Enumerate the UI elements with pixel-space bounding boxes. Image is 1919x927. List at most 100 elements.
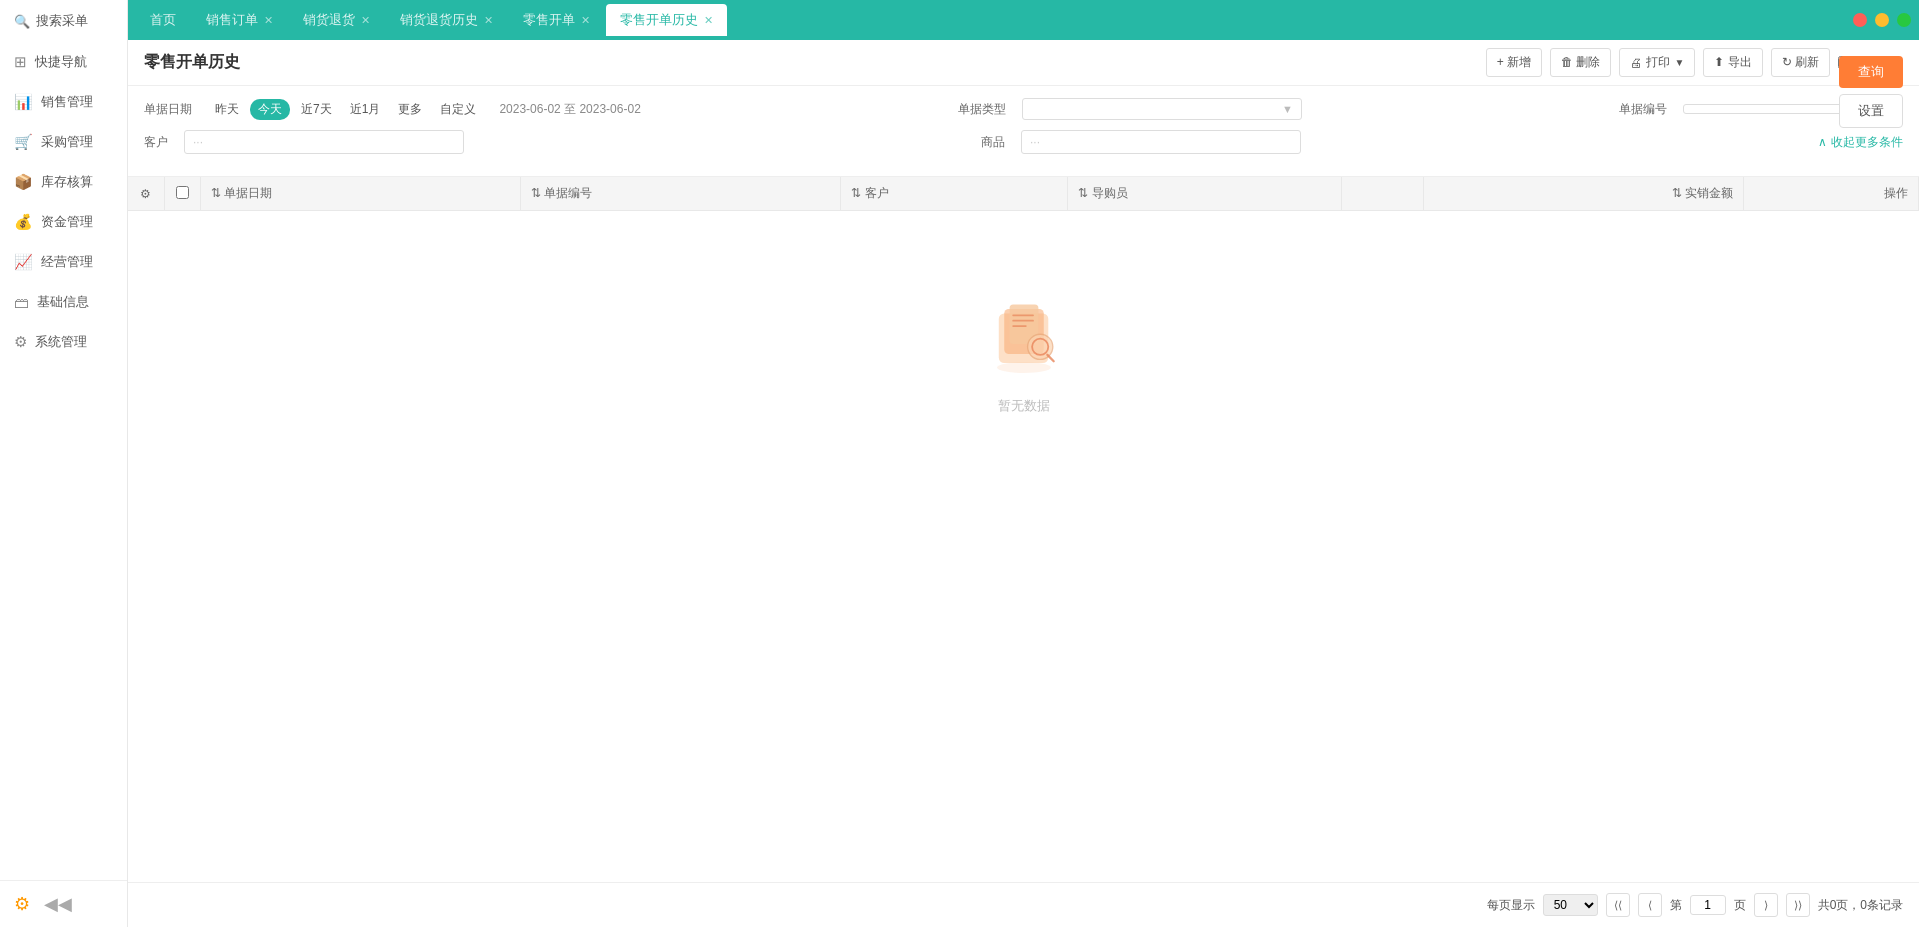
- filter-row-2: 客户 ··· 商品 ··· ∧ 收起更多条件: [144, 130, 1903, 154]
- delete-button[interactable]: 🗑 删除: [1550, 48, 1611, 77]
- svg-line-9: [1047, 355, 1053, 361]
- customer-filter-label: 客户: [144, 134, 168, 151]
- date-btn-custom[interactable]: 自定义: [433, 99, 483, 120]
- th-number[interactable]: ⇅ 单据编号: [520, 177, 840, 211]
- th-customer[interactable]: ⇅ 客户: [841, 177, 1068, 211]
- date-btn-today[interactable]: 今天: [250, 99, 290, 120]
- quick-nav-icon: ⊞: [14, 53, 27, 71]
- page-suffix: 页: [1734, 897, 1746, 914]
- search-icon: 🔍: [14, 14, 30, 29]
- tab-close-retail-history[interactable]: ✕: [704, 14, 713, 27]
- sidebar-item-purchase-mgmt[interactable]: 🛒采购管理: [0, 122, 127, 162]
- empty-text: 暂无数据: [998, 397, 1050, 415]
- prev-page-btn[interactable]: ⟨: [1638, 893, 1662, 917]
- collapse-label: 收起更多条件: [1831, 134, 1903, 151]
- per-page-select[interactable]: 10 20 50 100: [1543, 894, 1598, 916]
- empty-state: 暂无数据: [128, 211, 1919, 495]
- sort-icon: ⇅: [851, 186, 861, 200]
- table-header-row: ⚙ ⇅ 单据日期 ⇅ 单据编号 ⇅ 客户 ⇅ 导购员 ⇅ 实销金额 操作: [128, 177, 1919, 211]
- tab-retail-open[interactable]: 零售开单✕: [509, 4, 604, 36]
- tab-close-sales-return-history[interactable]: ✕: [484, 14, 493, 27]
- tab-retail-history[interactable]: 零售开单历史✕: [606, 4, 727, 36]
- win-close-btn[interactable]: [1853, 13, 1867, 27]
- sidebar-item-sales-mgmt[interactable]: 📊销售管理: [0, 82, 127, 122]
- collapse-icon: ∧: [1818, 135, 1827, 149]
- sidebar-item-operation[interactable]: 📈经营管理: [0, 242, 127, 282]
- window-controls: [1853, 13, 1911, 27]
- date-btn-last7[interactable]: 近7天: [294, 99, 339, 120]
- page-label: 第: [1670, 897, 1682, 914]
- customer-input[interactable]: ···: [184, 130, 464, 154]
- sales-mgmt-icon: 📊: [14, 93, 33, 111]
- date-btn-yesterday[interactable]: 昨天: [208, 99, 246, 120]
- system-icon: ⚙: [14, 333, 27, 351]
- filter-row-1: 单据日期 昨天今天近7天近1月更多自定义 2023-06-02 至 2023-0…: [144, 98, 1903, 120]
- date-filter-label: 单据日期: [144, 101, 192, 118]
- sidebar-search-label: 搜索采单: [36, 12, 88, 30]
- setting-button[interactable]: 设置: [1839, 94, 1903, 128]
- page-title: 零售开单历史: [144, 52, 1478, 73]
- add-button[interactable]: + 新增: [1486, 48, 1542, 77]
- total-records: 共0页，0条记录: [1818, 897, 1903, 914]
- sidebar-bottom: ⚙ ◀◀: [0, 880, 127, 927]
- type-select-arrow: ▼: [1282, 103, 1293, 115]
- goods-filter-label: 商品: [981, 134, 1005, 151]
- number-filter-label: 单据编号: [1619, 101, 1667, 118]
- next-page-btn[interactable]: ⟩: [1754, 893, 1778, 917]
- print-dropdown-icon: ▼: [1674, 57, 1684, 68]
- tab-close-retail-open[interactable]: ✕: [581, 14, 590, 27]
- sidebar-search[interactable]: 🔍 搜索采单: [0, 0, 127, 42]
- content-area: 零售开单历史 + 新增 🗑 删除 🖨 打印 ▼ ⬆ 导出 ↻ 刷新 显示明细 单…: [128, 40, 1919, 927]
- filter-area: 单据日期 昨天今天近7天近1月更多自定义 2023-06-02 至 2023-0…: [128, 86, 1919, 177]
- win-min-btn[interactable]: [1875, 13, 1889, 27]
- sidebar-item-basic-info[interactable]: 🗃基础信息: [0, 282, 127, 322]
- tab-close-sales-order[interactable]: ✕: [264, 14, 273, 27]
- th-salesperson[interactable]: ⇅ 导购员: [1068, 177, 1342, 211]
- sort-icon: ⇅: [1078, 186, 1088, 200]
- collapse-sidebar-icon[interactable]: ◀◀: [44, 893, 72, 915]
- sidebar-item-quick-nav[interactable]: ⊞快捷导航: [0, 42, 127, 82]
- print-button[interactable]: 🖨 打印 ▼: [1619, 48, 1695, 77]
- svg-point-0: [997, 362, 1051, 373]
- query-button[interactable]: 查询: [1839, 56, 1903, 88]
- th-operations: 操作: [1743, 177, 1918, 211]
- date-btn-last1month[interactable]: 近1月: [343, 99, 388, 120]
- page-number-input[interactable]: [1690, 895, 1726, 915]
- inventory-icon: 📦: [14, 173, 33, 191]
- sidebar: 🔍 搜索采单 ⊞快捷导航📊销售管理🛒采购管理📦库存核算💰资金管理📈经营管理🗃基础…: [0, 0, 128, 927]
- last-page-btn[interactable]: ⟩⟩: [1786, 893, 1810, 917]
- tab-sales-return-history[interactable]: 销货退货历史✕: [386, 4, 507, 36]
- tab-bar: 首页销售订单✕销货退货✕销货退货历史✕零售开单✕零售开单历史✕: [128, 0, 1919, 40]
- type-select[interactable]: ▼: [1022, 98, 1302, 120]
- sort-icon: ⇅: [531, 186, 541, 200]
- action-buttons: 查询 设置: [1839, 56, 1903, 128]
- th-checkbox[interactable]: [164, 177, 200, 211]
- sidebar-item-finance[interactable]: 💰资金管理: [0, 202, 127, 242]
- customer-dots: ···: [193, 135, 203, 149]
- collapse-button[interactable]: ∧ 收起更多条件: [1818, 134, 1903, 151]
- tab-sales-return[interactable]: 销货退货✕: [289, 4, 384, 36]
- first-page-btn[interactable]: ⟨⟨: [1606, 893, 1630, 917]
- th-amount[interactable]: ⇅ 实销金额: [1423, 177, 1743, 211]
- per-page-label: 每页显示: [1487, 897, 1535, 914]
- print-icon: 🖨: [1630, 56, 1642, 70]
- th-settings[interactable]: ⚙: [128, 177, 164, 211]
- win-max-btn[interactable]: [1897, 13, 1911, 27]
- tab-close-sales-return[interactable]: ✕: [361, 14, 370, 27]
- sidebar-item-inventory[interactable]: 📦库存核算: [0, 162, 127, 202]
- operation-icon: 📈: [14, 253, 33, 271]
- tab-sales-order[interactable]: 销售订单✕: [192, 4, 287, 36]
- purchase-mgmt-icon: 🛒: [14, 133, 33, 151]
- date-btn-more[interactable]: 更多: [391, 99, 429, 120]
- goods-input[interactable]: ···: [1021, 130, 1301, 154]
- data-table: ⚙ ⇅ 单据日期 ⇅ 单据编号 ⇅ 客户 ⇅ 导购员 ⇅ 实销金额 操作: [128, 177, 1919, 211]
- sidebar-item-system[interactable]: ⚙系统管理: [0, 322, 127, 362]
- tab-home[interactable]: 首页: [136, 4, 190, 36]
- settings-icon[interactable]: ⚙: [14, 893, 30, 915]
- empty-icon: [979, 291, 1069, 381]
- th-date[interactable]: ⇅ 单据日期: [200, 177, 520, 211]
- export-button[interactable]: ⬆ 导出: [1703, 48, 1762, 77]
- sort-icon: ⇅: [211, 186, 221, 200]
- refresh-button[interactable]: ↻ 刷新: [1771, 48, 1830, 77]
- sort-icon: ⇅: [1672, 186, 1682, 200]
